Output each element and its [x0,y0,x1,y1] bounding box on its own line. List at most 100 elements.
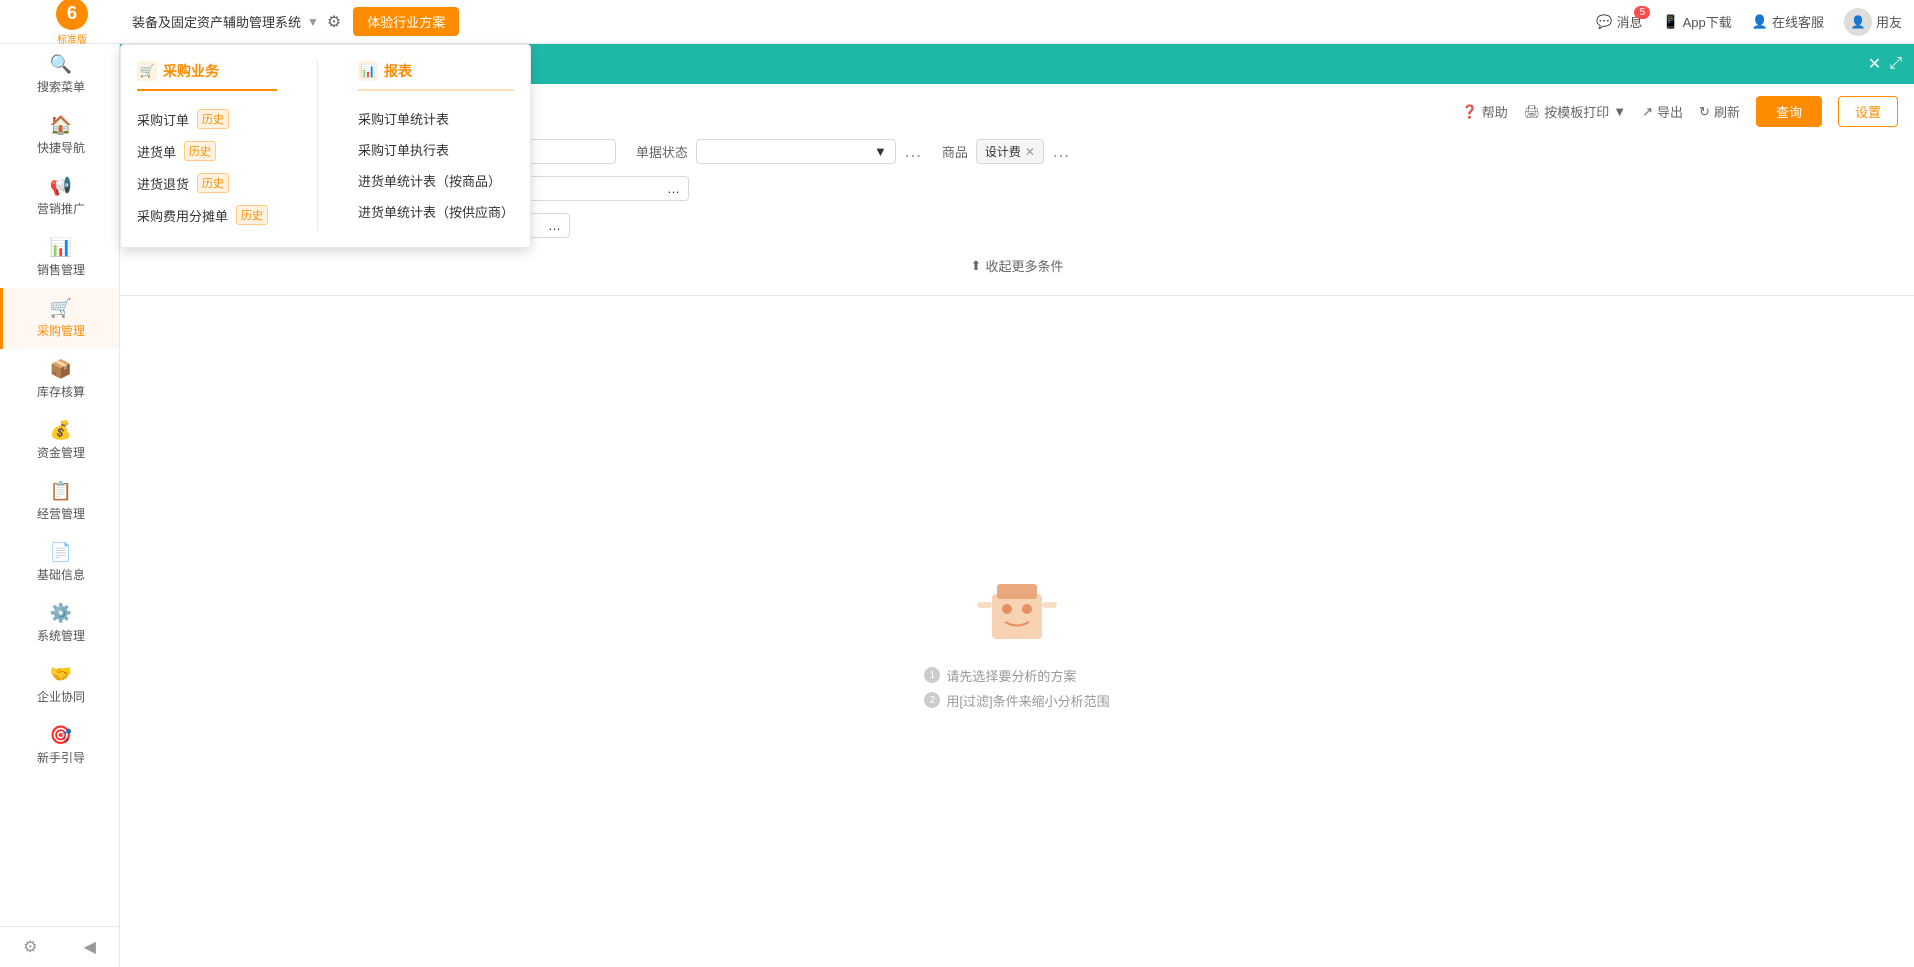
goods-label: 商品 [942,142,968,161]
sidebar-bottom: ⚙ ◀ [0,926,119,967]
purchase-item-采购订单[interactable]: 采购订单 历史 [137,103,277,135]
system-dropdown-arrow[interactable]: ▼ [307,15,319,29]
message-badge: 5 [1634,6,1650,19]
sidebar-item-system[interactable]: ⚙️ 系统管理 [0,593,119,654]
customer-more[interactable]: … [548,218,561,233]
sidebar-item-label-sales: 销售管理 [37,261,85,278]
print-button[interactable]: 🖨 按模板打印 ▼ [1524,102,1626,121]
sidebar-item-inventory[interactable]: 📦 库存核算 [0,349,119,410]
sidebar-item-icon-marketing: 📢 [50,176,72,197]
purchase-section: 🛒 采购业务 采购订单 历史 进货单 历史 进货退货 历史 采购费用分摊单 历史 [137,61,277,231]
order-status-arrow: ▼ [874,144,887,159]
report-item-进货单统计表（按供应商）[interactable]: 进货单统计表（按供应商） [358,196,514,227]
sidebar-item-quick-nav[interactable]: 🏠 快捷导航 [0,105,119,166]
collapse-button[interactable]: ⬆ 收起更多条件 [136,248,1898,283]
sidebar-item-label-quick-nav: 快捷导航 [37,139,85,156]
goods-tag: 设计费 ✕ [976,139,1044,164]
tab-maximize-icon[interactable]: ⤢ [1889,55,1902,73]
report-item-采购订单统计表[interactable]: 采购订单统计表 [358,103,514,134]
help-icon: ❓ [1462,104,1478,120]
export-button[interactable]: ↗ 导出 [1642,102,1683,121]
purchase-item-label: 采购费用分摊单 [137,206,228,225]
sidebar-item-marketing[interactable]: 📢 营销推广 [0,166,119,227]
sidebar-item-purchase[interactable]: 🛒 采购管理 [0,288,119,349]
empty-text: 1 请先选择要分析的方案 2 用[过滤]条件来缩小分析范围 [924,666,1109,710]
order-status-more[interactable]: … [904,141,922,162]
report-item-label: 进货单统计表（按供应商） [358,202,514,221]
sidebar-settings-icon[interactable]: ⚙ [23,937,37,957]
sidebar-item-search[interactable]: 🔍 搜索菜单 [0,44,119,105]
purchase-item-进货单[interactable]: 进货单 历史 [137,135,277,167]
sidebar-item-label-newbie: 新手引导 [37,749,85,766]
sidebar: 🔍 搜索菜单 🏠 快捷导航 📢 营销推广 📊 销售管理 🛒 采购管理 📦 库存核… [0,44,120,967]
tab-close-window-icon[interactable]: ✕ [1868,54,1881,74]
sidebar-item-basic[interactable]: 📄 基础信息 [0,532,119,593]
sidebar-item-label-system: 系统管理 [37,627,85,644]
sidebar-item-finance[interactable]: 💰 资金管理 [0,410,119,471]
purchase-item-label: 进货退货 [137,174,189,193]
goods-tag-value: 设计费 [985,143,1021,160]
purchase-item-label: 采购订单 [137,110,189,129]
purchase-item-进货退货[interactable]: 进货退货 历史 [137,167,277,199]
report-section-title: 报表 [384,61,412,81]
report-item-采购订单执行表[interactable]: 采购订单执行表 [358,134,514,165]
goods-more[interactable]: … [1052,141,1070,162]
step-2-text: 用[过滤]条件来缩小分析范围 [946,691,1109,710]
goods-filter: 商品 设计费 ✕ … [942,139,1070,164]
sidebar-item-enterprise[interactable]: 🤝 企业协同 [0,654,119,715]
tab-right-buttons: ✕ ⤢ [1868,54,1914,74]
header-right: 💬 消息 5 📱 App下载 👤 在线客服 👤 用友 [1596,8,1902,36]
sidebar-item-operation[interactable]: 📋 经营管理 [0,471,119,532]
order-status-select[interactable]: ▼ [696,139,896,164]
sidebar-item-newbie[interactable]: 🎯 新手引导 [0,715,119,776]
report-item-进货单统计表（按商品）[interactable]: 进货单统计表（按商品） [358,165,514,196]
app-download-label: App下载 [1683,12,1732,31]
history-badge: 历史 [236,205,268,225]
message-item[interactable]: 💬 消息 5 [1596,12,1642,31]
goods-tag-close[interactable]: ✕ [1025,145,1035,159]
sidebar-item-sales[interactable]: 📊 销售管理 [0,227,119,288]
empty-illustration [957,554,1077,654]
service-icon: 👤 [1752,14,1768,30]
refresh-label: 刷新 [1714,102,1740,121]
history-badge: 历史 [184,141,216,161]
export-icon: ↗ [1642,104,1653,120]
industry-button[interactable]: 体验行业方案 [353,7,459,36]
purchase-section-title: 采购业务 [163,61,219,81]
user-label: 用友 [1876,12,1902,31]
sidebar-collapse-icon[interactable]: ◀ [84,937,96,957]
collapse-label: 收起更多条件 [985,256,1063,275]
sidebar-item-icon-newbie: 🎯 [50,725,72,746]
settings-icon[interactable]: ⚙ [327,12,341,32]
sidebar-item-label-basic: 基础信息 [37,566,85,583]
user-item[interactable]: 👤 用友 [1844,8,1902,36]
sidebar-item-icon-basic: 📄 [50,542,72,563]
print-dropdown-icon[interactable]: ▼ [1613,104,1626,119]
empty-svg [957,554,1077,654]
purchase-item-label: 进货单 [137,142,176,161]
sidebar-item-icon-quick-nav: 🏠 [50,115,72,136]
help-button[interactable]: ❓ 帮助 [1462,102,1508,121]
sidebar-item-icon-purchase: 🛒 [50,298,72,319]
report-section-icon: 📊 [358,61,378,81]
message-icon: 💬 [1596,14,1612,30]
purchase-item-采购费用分摊单[interactable]: 采购费用分摊单 历史 [137,199,277,231]
step-1-num: 1 [924,667,940,683]
sidebar-item-icon-finance: 💰 [50,420,72,441]
print-label: 按模板打印 [1544,102,1609,121]
online-service-item[interactable]: 👤 在线客服 [1752,12,1824,31]
history-badge: 历史 [197,109,229,129]
sidebar-item-icon-enterprise: 🤝 [50,664,72,685]
report-section: 📊 报表 采购订单统计表 采购订单执行表 进货单统计表（按商品） 进货单统计表（… [358,61,514,231]
query-button[interactable]: 查询 [1756,96,1822,127]
purchase-section-header: 🛒 采购业务 [137,61,277,91]
sidebar-item-label-marketing: 营销推广 [37,200,85,217]
app-download-item[interactable]: 📱 App下载 [1662,12,1731,31]
settings-button[interactable]: 设置 [1838,96,1898,127]
order-status-label: 单据状态 [636,142,688,161]
sidebar-item-label-operation: 经营管理 [37,505,85,522]
help-label: 帮助 [1482,102,1508,121]
top-header: 6 标准版 装备及固定资产辅助管理系统 ▼ ⚙ 体验行业方案 💬 消息 5 📱 … [0,0,1914,44]
refresh-button[interactable]: ↻ 刷新 [1699,102,1740,121]
logo-subtitle: 标准版 [57,31,87,46]
